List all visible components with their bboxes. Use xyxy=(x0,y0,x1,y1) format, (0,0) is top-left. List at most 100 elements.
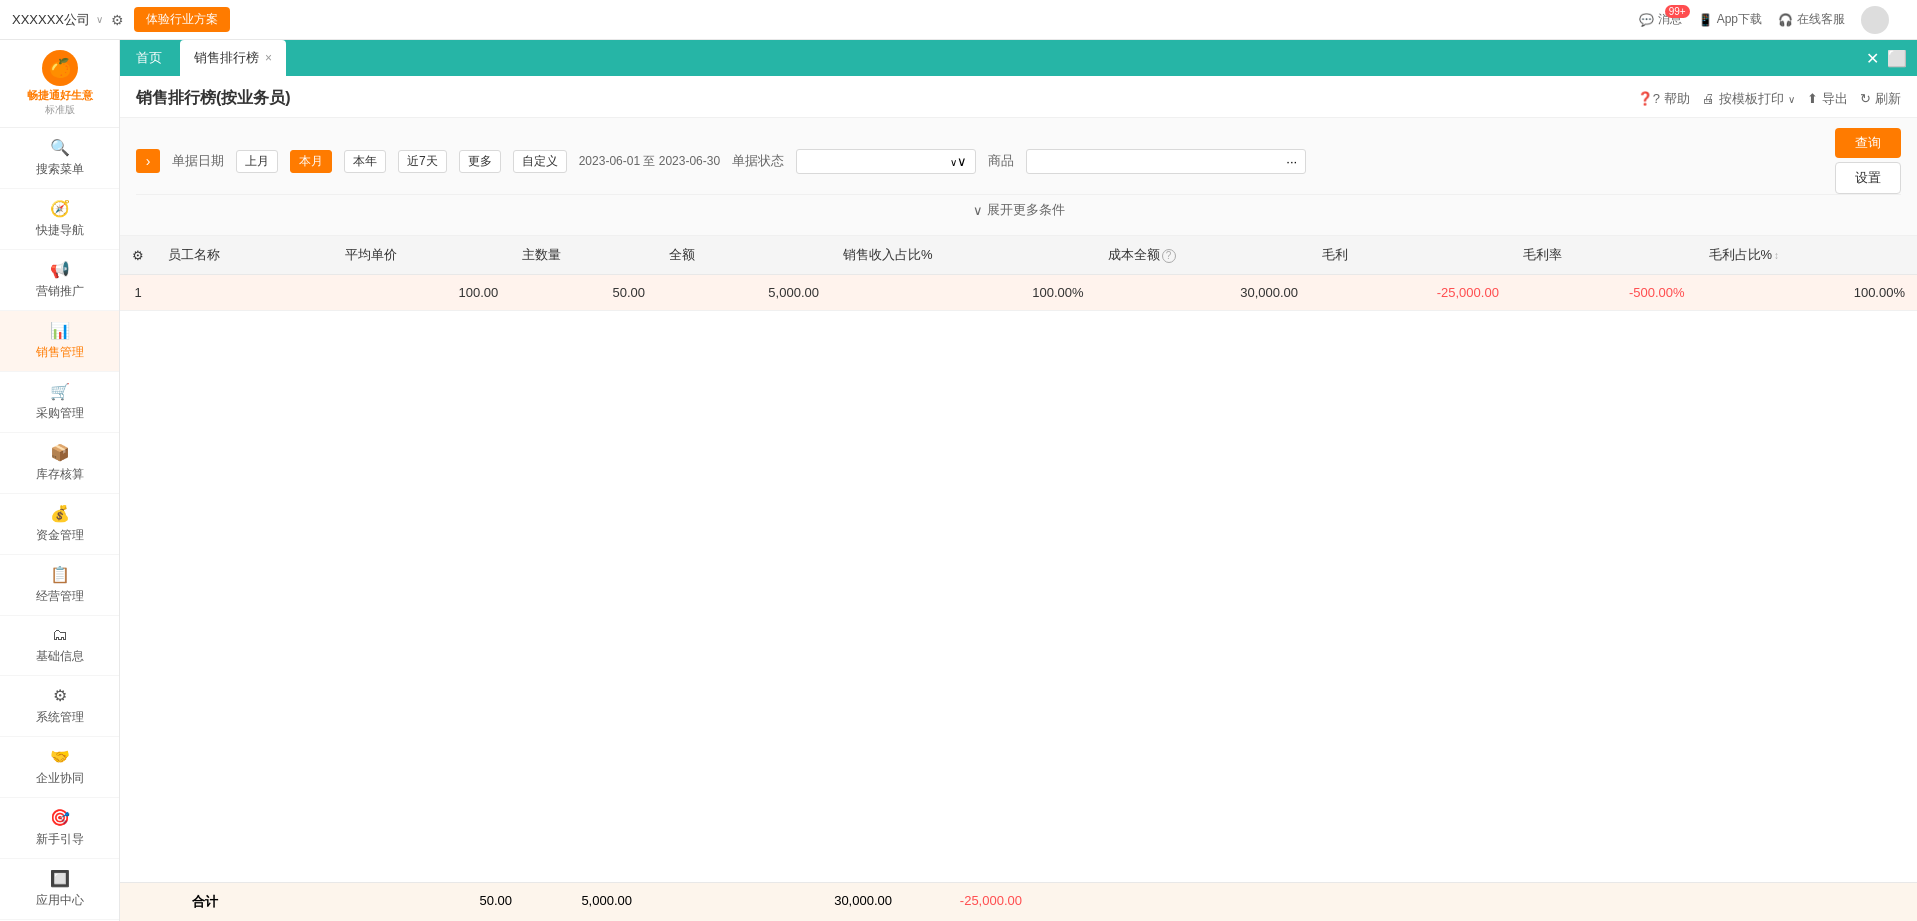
table-container: ⚙ 员工名称 平均单价 主数量 全额 销售收入占比% 成本全额? 毛利 毛利率 xyxy=(120,236,1917,559)
sidebar-label-purchase: 采购管理 xyxy=(36,405,84,422)
tab-home[interactable]: 首页 xyxy=(120,40,178,76)
tab-right-actions: ✕ ⬜ xyxy=(1866,49,1917,68)
company-chevron-icon xyxy=(96,14,103,25)
col-sales-pct: 销售收入占比% xyxy=(831,236,1096,275)
last7days-button[interactable]: 近7天 xyxy=(398,150,447,173)
sidebar-item-mkt[interactable]: 营销推广 xyxy=(0,250,119,311)
nav-icon xyxy=(50,199,70,218)
refresh-button[interactable]: 刷新 xyxy=(1860,90,1901,108)
cell-gross-pct: 100.00% xyxy=(1697,275,1917,311)
app-download-button[interactable]: App下载 xyxy=(1698,11,1762,28)
gross-pct-sort-icon[interactable]: ↕ xyxy=(1774,250,1779,261)
query-button[interactable]: 查询 xyxy=(1835,128,1901,158)
logo-icon: 🍊 xyxy=(42,50,78,86)
company-selector[interactable]: XXXXXX公司 xyxy=(12,11,103,29)
col-total-amt: 全额 xyxy=(657,236,831,275)
sidebar-label-system: 系统管理 xyxy=(36,709,84,726)
tab-label: 销售排行榜 xyxy=(194,49,259,67)
page-content: 销售排行榜(按业务员) ? 帮助 按模板打印 导出 xyxy=(120,76,1917,921)
cost-info-icon[interactable]: ? xyxy=(1162,249,1176,263)
cell-total-amt: 5,000.00 xyxy=(657,275,831,311)
goods-select[interactable]: ··· xyxy=(1026,149,1306,174)
this-month-button[interactable]: 本月 xyxy=(290,150,332,173)
logo-title: 畅捷通好生意 xyxy=(27,88,93,103)
page-header: 销售排行榜(按业务员) ? 帮助 按模板打印 导出 xyxy=(120,76,1917,118)
this-year-button[interactable]: 本年 xyxy=(344,150,386,173)
inventory-icon xyxy=(50,443,70,462)
tab-close-icon[interactable]: × xyxy=(265,51,272,65)
sidebar-label-appcenter: 应用中心 xyxy=(36,892,84,909)
message-button[interactable]: 消息 99+ xyxy=(1639,11,1682,28)
sidebar-item-finance[interactable]: 资金管理 xyxy=(0,494,119,555)
collab-icon xyxy=(50,747,70,766)
filter-toggle-button[interactable]: › xyxy=(136,149,160,173)
sidebar-label-nav: 快捷导航 xyxy=(36,222,84,239)
settings-button[interactable]: 设置 xyxy=(1835,162,1901,194)
sidebar-label-collab: 企业协同 xyxy=(36,770,84,787)
last-month-button[interactable]: 上月 xyxy=(236,150,278,173)
table-row: 1 100.00 50.00 5,000.00 100.00% 30,000.0… xyxy=(120,275,1917,311)
col-main-qty: 主数量 xyxy=(510,236,657,275)
custom-date-button[interactable]: 自定义 xyxy=(513,150,567,173)
sidebar-item-sales[interactable]: 销售管理 xyxy=(0,311,119,372)
online-service-button[interactable]: 在线客服 xyxy=(1778,11,1845,28)
expand-conditions-button[interactable]: ∨ 展开更多条件 xyxy=(136,194,1901,225)
footer-gross-pct xyxy=(1122,893,1222,911)
cell-gross-rate: -500.00% xyxy=(1511,275,1697,311)
goods-more-icon: ··· xyxy=(1286,154,1297,169)
avatar[interactable] xyxy=(1861,6,1889,34)
print-chevron-icon xyxy=(1788,91,1795,106)
export-button[interactable]: 导出 xyxy=(1807,90,1848,108)
sidebar-item-inventory[interactable]: 库存核算 xyxy=(0,433,119,494)
top-gear-icon[interactable] xyxy=(111,12,124,28)
more-date-button[interactable]: 更多 xyxy=(459,150,501,173)
footer-gross-profit: -25,000.00 xyxy=(892,893,1022,911)
filter-bar: › 单据日期 上月 本月 本年 近7天 更多 自定义 2023-06-01 至 … xyxy=(120,118,1917,236)
sidebar-label-finance: 资金管理 xyxy=(36,527,84,544)
export-label: 导出 xyxy=(1822,90,1848,108)
trial-button[interactable]: 体验行业方案 xyxy=(134,7,230,32)
sidebar: 🍊 畅捷通好生意 标准版 搜索菜单 快捷导航 营销推广 销售管理 采购管理 库存… xyxy=(0,40,120,921)
appcenter-icon xyxy=(50,869,70,888)
company-name: XXXXXX公司 xyxy=(12,11,90,29)
sidebar-item-mgmt[interactable]: 经营管理 xyxy=(0,555,119,616)
sidebar-item-nav[interactable]: 快捷导航 xyxy=(0,189,119,250)
cell-sales-pct: 100.00% xyxy=(831,275,1096,311)
message-icon xyxy=(1639,13,1654,27)
cell-gross-profit: -25,000.00 xyxy=(1310,275,1511,311)
tab-restore-icon[interactable]: ⬜ xyxy=(1887,49,1907,68)
footer-avg-price xyxy=(312,893,412,911)
help-button[interactable]: ? 帮助 xyxy=(1637,90,1690,108)
col-avg-price: 平均单价 xyxy=(333,236,510,275)
status-select[interactable]: ∨ xyxy=(796,149,976,174)
print-button[interactable]: 按模板打印 xyxy=(1702,90,1795,108)
sales-icon xyxy=(50,321,70,340)
col-gross-rate: 毛利率 xyxy=(1511,236,1697,275)
footer-main-qty: 50.00 xyxy=(412,893,512,911)
sidebar-logo: 🍊 畅捷通好生意 标准版 xyxy=(0,40,119,128)
logo-sub: 标准版 xyxy=(45,103,75,117)
tab-sales-ranking[interactable]: 销售排行榜 × xyxy=(180,40,286,76)
system-icon xyxy=(53,686,67,705)
sidebar-item-collab[interactable]: 企业协同 xyxy=(0,737,119,798)
page-title: 销售排行榜(按业务员) xyxy=(136,88,291,109)
sidebar-item-search[interactable]: 搜索菜单 xyxy=(0,128,119,189)
sidebar-item-appcenter[interactable]: 应用中心 xyxy=(0,859,119,920)
sidebar-item-base[interactable]: 基础信息 xyxy=(0,616,119,676)
sidebar-item-system[interactable]: 系统管理 xyxy=(0,676,119,737)
mkt-icon xyxy=(50,260,70,279)
sidebar-item-purchase[interactable]: 采购管理 xyxy=(0,372,119,433)
cell-name xyxy=(156,275,333,311)
app-icon xyxy=(1698,13,1713,27)
sidebar-label-mgmt: 经营管理 xyxy=(36,588,84,605)
sidebar-label-search: 搜索菜单 xyxy=(36,161,84,178)
status-chevron-icon: ∨ xyxy=(950,154,967,169)
footer-label: 合计 xyxy=(192,893,312,911)
tab-close-window-icon[interactable]: ✕ xyxy=(1866,49,1879,68)
print-label: 按模板打印 xyxy=(1719,90,1784,108)
cell-main-qty: 50.00 xyxy=(510,275,657,311)
sidebar-item-guide[interactable]: 新手引导 xyxy=(0,798,119,859)
table-footer: 合计 50.00 5,000.00 30,000.00 -25,000.00 xyxy=(120,882,1917,921)
col-settings[interactable]: ⚙ xyxy=(120,236,156,275)
date-range-display: 2023-06-01 至 2023-06-30 xyxy=(579,153,720,170)
